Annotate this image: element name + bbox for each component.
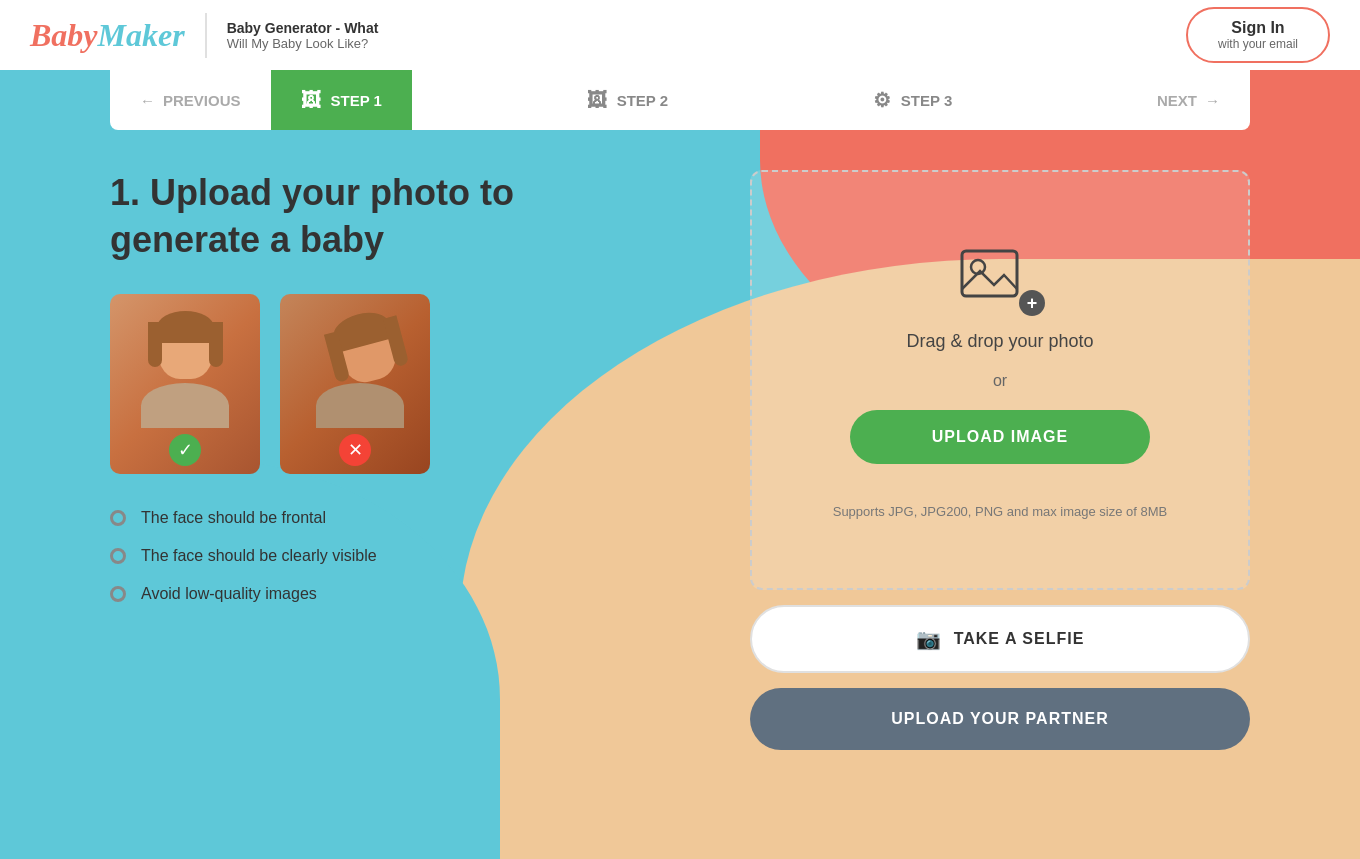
bad-status-badge: ✕ [339, 434, 371, 466]
good-status-badge: ✓ [169, 434, 201, 466]
photo-example-good: ✓ [110, 294, 260, 474]
step-2-icon: 🖼 [587, 89, 607, 112]
camera-icon: 📷 [916, 627, 942, 651]
main-content: 1. Upload your photo to generate a baby … [0, 130, 1360, 810]
header: BabyMaker Baby Generator - What Will My … [0, 0, 1360, 70]
subtitle-line2: Will My Baby Look Like? [227, 36, 379, 51]
person-head-bad [331, 310, 401, 387]
take-selfie-button[interactable]: 📷 TAKE A SELFIE [750, 605, 1250, 673]
title-line2: generate a baby [110, 219, 384, 260]
tip-dot-2 [110, 548, 126, 564]
shoulders-bad [316, 383, 404, 428]
hair-left-good [148, 322, 162, 367]
photo-example-bad: ✕ [280, 294, 430, 474]
next-button[interactable]: NEXT → [1127, 70, 1250, 130]
shoulders-good [141, 383, 229, 428]
prev-label: PREVIOUS [163, 92, 241, 109]
tip-item-2: The face should be clearly visible [110, 547, 710, 565]
subtitle-line1: Baby Generator - What [227, 20, 379, 36]
right-panel: + Drag & drop your photo or UPLOAD IMAGE… [750, 170, 1250, 770]
supports-text: Supports JPG, JPG200, PNG and max image … [833, 504, 1168, 519]
tip-text-2: The face should be clearly visible [141, 547, 377, 565]
upload-plus-icon: + [1019, 290, 1045, 316]
tip-dot-1 [110, 510, 126, 526]
sign-in-sublabel: with your email [1218, 37, 1298, 51]
header-subtitle: Baby Generator - What Will My Baby Look … [227, 20, 379, 51]
upload-dropzone[interactable]: + Drag & drop your photo or UPLOAD IMAGE… [750, 170, 1250, 590]
step-1-label: STEP 1 [331, 92, 382, 109]
upload-image-label: UPLOAD IMAGE [932, 428, 1068, 445]
step-3-button[interactable]: ⚙ STEP 3 [843, 70, 982, 130]
take-selfie-label: TAKE A SELFIE [954, 630, 1085, 648]
upload-partner-button[interactable]: UPLOAD YOUR PARTNER [750, 688, 1250, 750]
step-3-icon: ⚙ [873, 88, 891, 112]
next-arrow-icon: → [1205, 92, 1220, 109]
sign-in-button[interactable]: Sign In with your email [1186, 7, 1330, 63]
or-text: or [993, 372, 1007, 390]
prev-arrow-icon: ← [140, 92, 155, 109]
hair-top-good [157, 311, 214, 343]
step-1-icon: 🖼 [301, 89, 321, 112]
upload-icon-wrapper: + [960, 241, 1040, 311]
tip-dot-3 [110, 586, 126, 602]
header-left: BabyMaker Baby Generator - What Will My … [30, 13, 378, 58]
drag-drop-text: Drag & drop your photo [906, 331, 1093, 352]
left-panel: 1. Upload your photo to generate a baby … [110, 170, 710, 770]
tip-text-1: The face should be frontal [141, 509, 326, 527]
logo: BabyMaker [30, 17, 185, 54]
svg-rect-0 [962, 251, 1017, 296]
tip-item-1: The face should be frontal [110, 509, 710, 527]
stepper: ← PREVIOUS 🖼 STEP 1 🖼 STEP 2 ⚙ STEP 3 NE… [110, 70, 1250, 130]
person-head-good [158, 314, 213, 379]
title-line1: 1. Upload your photo to [110, 172, 514, 213]
step-3-label: STEP 3 [901, 92, 952, 109]
upload-image-button[interactable]: UPLOAD IMAGE [850, 410, 1150, 464]
tips-list: The face should be frontal The face shou… [110, 509, 710, 603]
tip-item-3: Avoid low-quality images [110, 585, 710, 603]
step-1-button[interactable]: 🖼 STEP 1 [271, 70, 412, 130]
hair-right-bad [382, 315, 408, 367]
sign-in-label: Sign In [1231, 19, 1284, 37]
upload-partner-label: UPLOAD YOUR PARTNER [891, 710, 1109, 727]
photo-examples: ✓ ✕ [110, 294, 710, 474]
next-label: NEXT [1157, 92, 1197, 109]
header-divider [205, 13, 207, 58]
step-2-button[interactable]: 🖼 STEP 2 [557, 70, 698, 130]
previous-button[interactable]: ← PREVIOUS [110, 70, 271, 130]
tip-text-3: Avoid low-quality images [141, 585, 317, 603]
main-title: 1. Upload your photo to generate a baby [110, 170, 710, 264]
step-2-label: STEP 2 [617, 92, 668, 109]
hair-right-good [209, 322, 223, 367]
